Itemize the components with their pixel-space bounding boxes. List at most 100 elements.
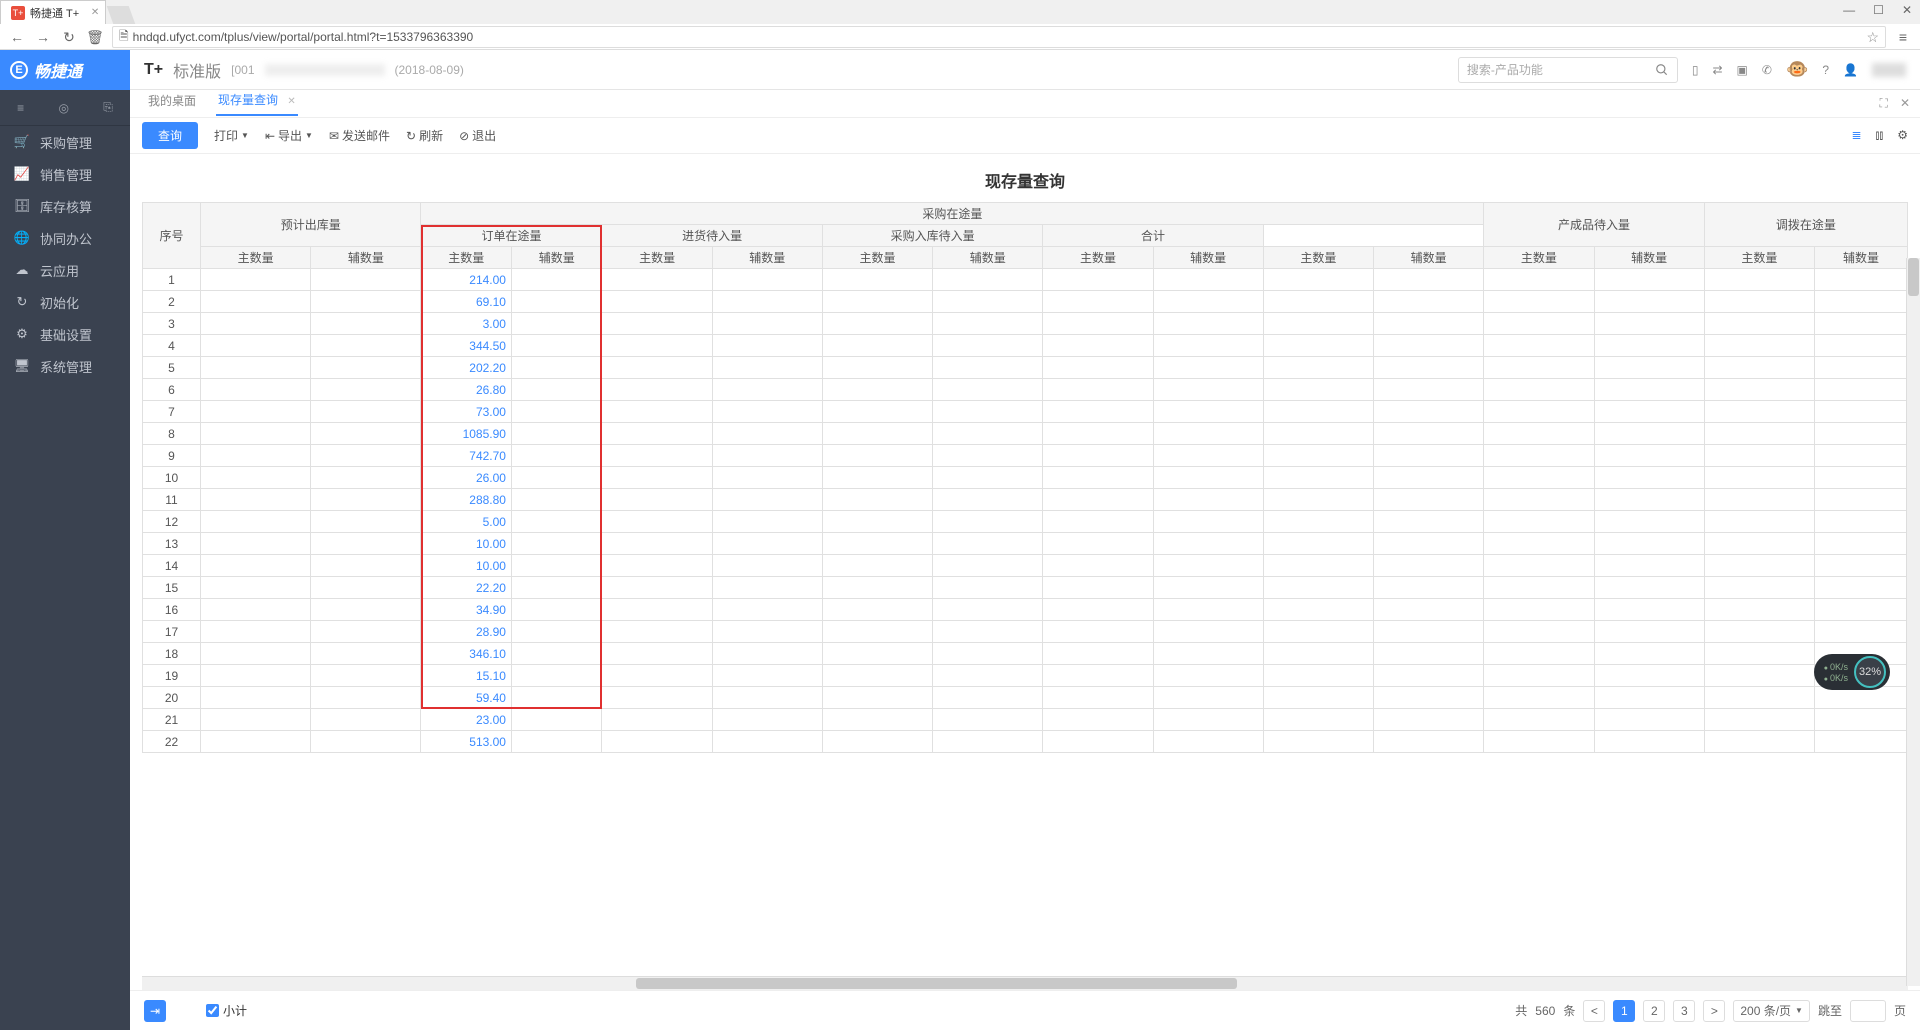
table-row[interactable]: 1026.00	[143, 467, 1908, 489]
col-main-qty[interactable]: 主数量	[1484, 247, 1594, 269]
export-button[interactable]: ⇤导出▼	[265, 127, 313, 144]
back-icon[interactable]: ←	[8, 29, 26, 45]
col-aux-qty[interactable]: 辅数量	[1153, 247, 1263, 269]
nav-item-cloud[interactable]: ☁云应用	[0, 254, 130, 286]
table-row[interactable]: 1634.90	[143, 599, 1908, 621]
col-aux-qty[interactable]: 辅数量	[511, 247, 602, 269]
col-aux-qty[interactable]: 辅数量	[1594, 247, 1704, 269]
table-row[interactable]: 4344.50	[143, 335, 1908, 357]
nav-item-globe[interactable]: 🌐协同办公	[0, 222, 130, 254]
user-icon[interactable]: 👤	[1843, 63, 1858, 77]
col-main-qty[interactable]: 主数量	[1263, 247, 1373, 269]
table-row[interactable]: 22513.00	[143, 731, 1908, 753]
jump-input[interactable]	[1850, 1000, 1886, 1022]
footer-toggle-icon[interactable]: ⇥	[144, 1000, 166, 1022]
trash-icon[interactable]: 🗑	[86, 29, 104, 46]
table-row[interactable]: 33.00	[143, 313, 1908, 335]
tab-desktop[interactable]: 我的桌面	[146, 92, 198, 115]
browser-tab[interactable]: T+ 畅捷通 T+ ✕	[0, 0, 106, 24]
minimize-icon[interactable]: —	[1843, 3, 1855, 17]
phone-icon[interactable]: ✆	[1762, 63, 1772, 77]
page-size-select[interactable]: 200 条/页▼	[1733, 1000, 1810, 1022]
chart-view-icon[interactable]: ⫾⫾	[1876, 128, 1884, 143]
table-row[interactable]: 2123.00	[143, 709, 1908, 731]
close-tab-x-icon[interactable]: ✕	[287, 96, 295, 107]
maximize-icon[interactable]: ☐	[1873, 3, 1884, 17]
table-row[interactable]: 1728.90	[143, 621, 1908, 643]
help-icon[interactable]: ?	[1822, 63, 1829, 77]
bookmark-star-icon[interactable]: ☆	[1866, 29, 1879, 46]
col-aux-qty[interactable]: 辅数量	[1374, 247, 1484, 269]
close-window-icon[interactable]: ✕	[1902, 3, 1912, 17]
fullscreen-icon[interactable]: ⛶	[1880, 96, 1888, 111]
table-row[interactable]: 1522.20	[143, 577, 1908, 599]
col-main-qty[interactable]: 主数量	[602, 247, 712, 269]
col-group-purchase-transit[interactable]: 采购在途量	[421, 203, 1484, 225]
col-group-product-pending[interactable]: 产成品待入量	[1484, 203, 1704, 247]
table-row[interactable]: 1214.00	[143, 269, 1908, 291]
table-row[interactable]: 81085.90	[143, 423, 1908, 445]
reload-icon[interactable]: ↻	[60, 29, 78, 46]
list-view-icon[interactable]: ≣	[1851, 128, 1861, 143]
col-aux-qty[interactable]: 辅数量	[311, 247, 421, 269]
radar-icon[interactable]: ◎	[58, 101, 68, 115]
page-1-button[interactable]: 1	[1613, 1000, 1635, 1022]
nav-item-gear[interactable]: ⚙基础设置	[0, 318, 130, 350]
nav-item-refresh[interactable]: ↻初始化	[0, 286, 130, 318]
table-row[interactable]: 773.00	[143, 401, 1908, 423]
col-aux-qty[interactable]: 辅数量	[1814, 247, 1907, 269]
col-main-qty[interactable]: 主数量	[201, 247, 311, 269]
search-input[interactable]: 搜索-产品功能	[1458, 57, 1678, 83]
refresh-button[interactable]: ↻刷新	[406, 127, 443, 144]
subtotal-checkbox-input[interactable]	[206, 1004, 219, 1017]
col-main-qty[interactable]: 主数量	[822, 247, 932, 269]
menu-toggle-icon[interactable]: ≡	[17, 101, 24, 115]
col-aux-qty[interactable]: 辅数量	[933, 247, 1043, 269]
page-3-button[interactable]: 3	[1673, 1000, 1695, 1022]
table-row[interactable]: 125.00	[143, 511, 1908, 533]
vertical-scrollbar[interactable]	[1906, 258, 1920, 986]
col-sub-order-transit[interactable]: 订单在途量	[421, 225, 602, 247]
table-row[interactable]: 5202.20	[143, 357, 1908, 379]
forward-icon[interactable]: →	[34, 29, 52, 45]
hscroll-thumb[interactable]	[636, 978, 1236, 989]
tab-stock-query[interactable]: 现存量查询 ✕	[216, 91, 298, 116]
col-main-qty[interactable]: 主数量	[1043, 247, 1153, 269]
page-next-button[interactable]: >	[1703, 1000, 1725, 1022]
exit-button[interactable]: ⊘退出	[459, 127, 496, 144]
horizontal-scrollbar[interactable]	[142, 976, 1908, 990]
subtotal-checkbox[interactable]: 小计	[206, 1002, 247, 1019]
table-row[interactable]: 2059.40	[143, 687, 1908, 709]
settings-gear-icon[interactable]: ⚙	[1897, 128, 1908, 143]
table-row[interactable]: 9742.70	[143, 445, 1908, 467]
page-prev-button[interactable]: <	[1583, 1000, 1605, 1022]
new-tab-button[interactable]	[107, 6, 136, 24]
nav-item-db[interactable]: 🗄库存核算	[0, 190, 130, 222]
table-row[interactable]: 18346.10	[143, 643, 1908, 665]
table-row[interactable]: 1915.10	[143, 665, 1908, 687]
table-row[interactable]: 1410.00	[143, 555, 1908, 577]
col-group-allocate-transit[interactable]: 调拨在途量	[1704, 203, 1907, 247]
nav-item-monitor[interactable]: 🖥系统管理	[0, 350, 130, 382]
page-2-button[interactable]: 2	[1643, 1000, 1665, 1022]
copy-icon[interactable]: ⎘	[103, 100, 113, 115]
sendmail-button[interactable]: ✉发送邮件	[329, 127, 390, 144]
col-sub-total[interactable]: 合计	[1043, 225, 1263, 247]
col-sub-purchase-pending[interactable]: 采购入库待入量	[822, 225, 1042, 247]
mobile-icon[interactable]: ▯	[1692, 63, 1699, 77]
menu-icon[interactable]: ≡	[1894, 29, 1912, 45]
table-row[interactable]: 626.80	[143, 379, 1908, 401]
query-button[interactable]: 查询	[142, 122, 198, 149]
col-sub-pending-in[interactable]: 进货待入量	[602, 225, 822, 247]
nav-item-chart[interactable]: 📈销售管理	[0, 158, 130, 190]
close-tab-icon[interactable]: ✕	[91, 7, 99, 18]
col-main-qty[interactable]: 主数量	[421, 247, 512, 269]
table-row[interactable]: 269.10	[143, 291, 1908, 313]
col-aux-qty[interactable]: 辅数量	[712, 247, 822, 269]
col-seq[interactable]: 序号	[143, 203, 201, 269]
col-main-qty[interactable]: 主数量	[1704, 247, 1814, 269]
nav-item-cart[interactable]: 🛒采购管理	[0, 126, 130, 158]
print-button[interactable]: 打印▼	[214, 127, 249, 144]
table-row[interactable]: 11288.80	[143, 489, 1908, 511]
url-input[interactable]: 🗎 hndqd.ufyct.com/tplus/view/portal/port…	[112, 26, 1886, 48]
